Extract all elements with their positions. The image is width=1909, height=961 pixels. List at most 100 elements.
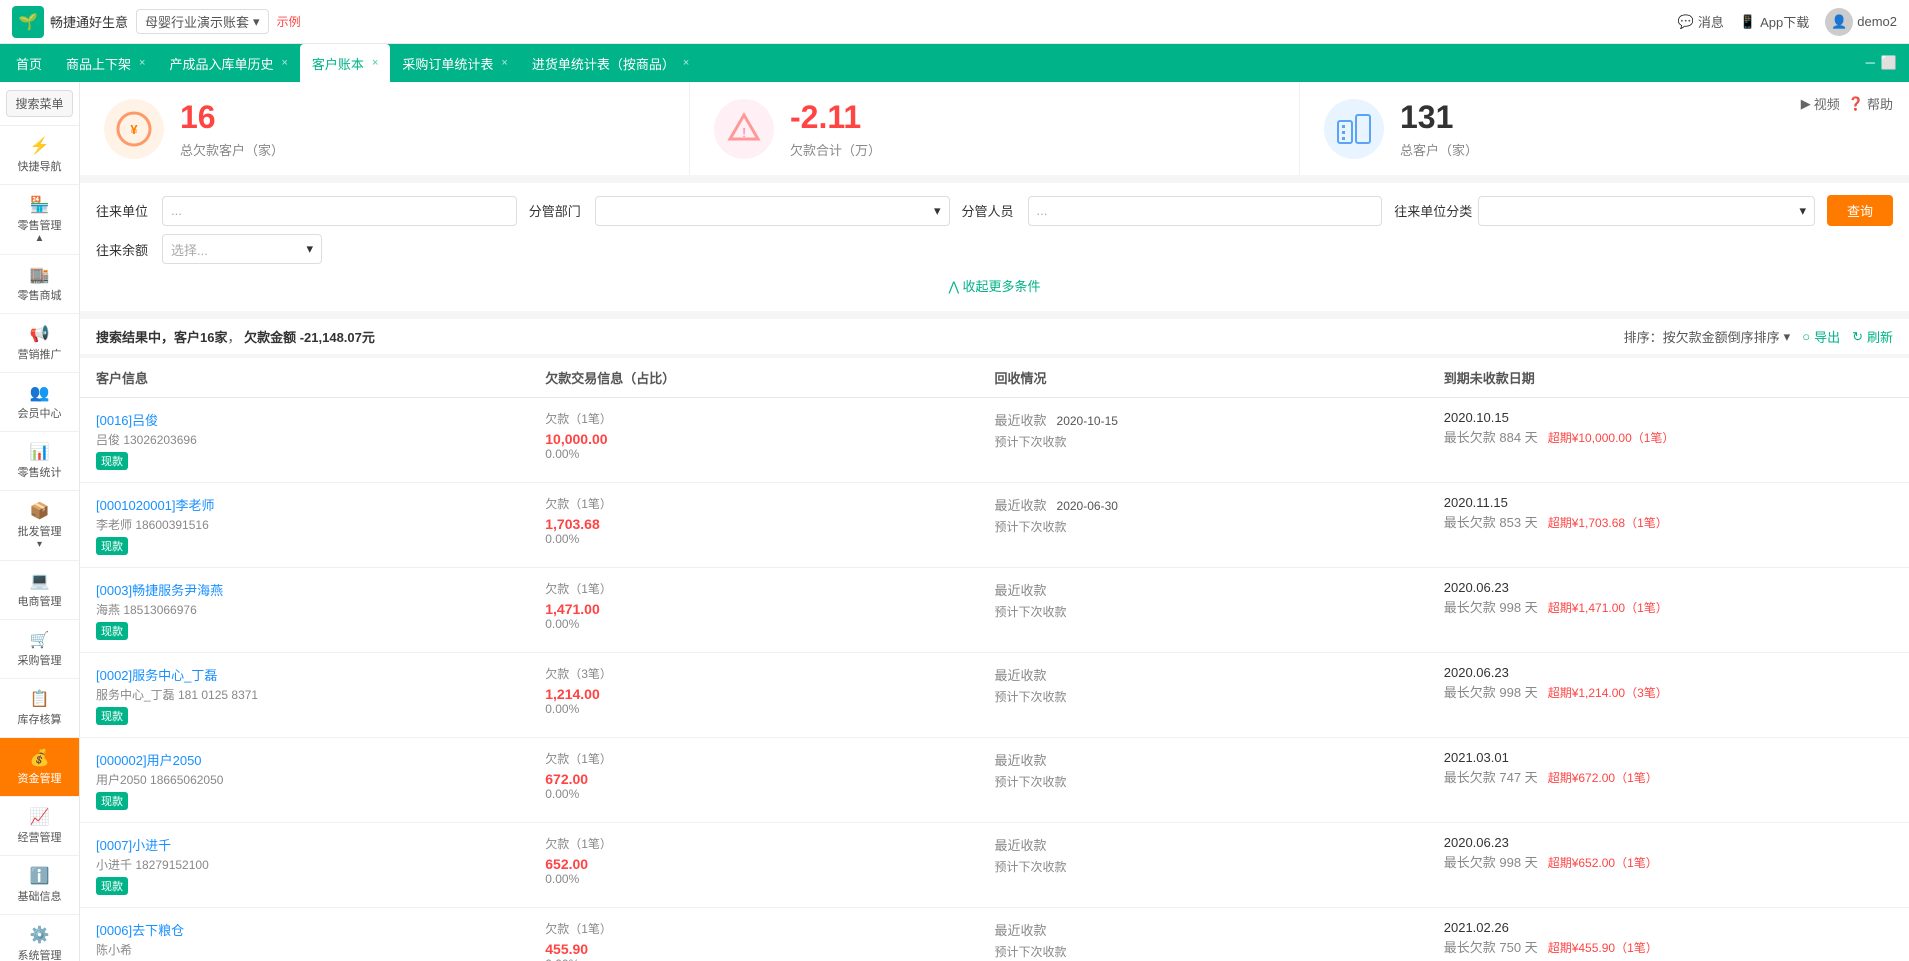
debt-pct: 0.00% xyxy=(545,957,994,961)
customer-name[interactable]: [0003]畅捷服务尹海燕 xyxy=(96,580,545,599)
tab-purchase-product-stats[interactable]: 进货单统计表（按商品） × xyxy=(520,44,701,82)
refresh-btn[interactable]: ↻ 刷新 xyxy=(1852,327,1893,346)
customer-phone: 吕俊 13026203696 xyxy=(96,431,545,448)
member-icon: 👥 xyxy=(4,383,75,403)
sidebar-item-member[interactable]: 👥 会员中心 xyxy=(0,373,79,432)
collapse-row[interactable]: ⋀ 收起更多条件 xyxy=(96,272,1893,299)
results-actions: 排序：按欠款金额倒序排序 ▾ ○ 导出 ↻ 刷新 xyxy=(1624,327,1893,346)
app-download-btn[interactable]: 📱 App下载 xyxy=(1740,12,1809,31)
search-menu-btn[interactable]: 搜索菜单 xyxy=(6,90,73,117)
message-btn[interactable]: 💬 消息 xyxy=(1678,12,1724,31)
overdue-amount[interactable]: 超期¥1,214.00（3笔） xyxy=(1548,686,1668,700)
sidebar-item-basic-info[interactable]: ℹ️ 基础信息 xyxy=(0,856,79,915)
sidebar-item-retail-mall[interactable]: 🏬 零售商城 xyxy=(0,255,79,314)
user-avatar-btn[interactable]: 👤 demo2 xyxy=(1825,8,1897,36)
person-input[interactable]: ... xyxy=(1028,196,1383,226)
next-label: 预计下次收款 xyxy=(995,688,1444,705)
unit-class-select[interactable]: ▾ xyxy=(1478,196,1815,226)
dept-label: 分管部门 xyxy=(529,201,589,220)
export-btn[interactable]: ○ 导出 xyxy=(1802,327,1840,346)
minimize-icon[interactable]: ─ xyxy=(1866,55,1875,71)
close-icon[interactable]: × xyxy=(372,57,378,69)
store-selector[interactable]: 母婴行业演示账套 ▾ xyxy=(136,9,269,34)
demo-tag[interactable]: 示例 xyxy=(277,13,301,30)
sidebar-item-wholesale[interactable]: 📦 批发管理 ▾ xyxy=(0,491,79,561)
overdue-amount[interactable]: 超期¥672.00（1笔） xyxy=(1548,771,1658,785)
message-icon: 💬 xyxy=(1678,14,1694,30)
sidebar-item-marketing[interactable]: 📢 营销推广 xyxy=(0,314,79,373)
debt-amount[interactable]: 455.90 xyxy=(545,941,994,957)
balance-select[interactable]: 选择... ▾ xyxy=(162,234,322,264)
chevron-down-icon: ▾ xyxy=(934,203,941,219)
overdue-days: 最长欠款 884 天 超期¥10,000.00（1笔） xyxy=(1444,427,1893,446)
sidebar-item-quick-nav[interactable]: ⚡ 快捷导航 xyxy=(0,126,79,185)
recovery-cell-5: 最近收款 预计下次收款 xyxy=(995,835,1444,875)
customer-name[interactable]: [0001020001]李老师 xyxy=(96,495,545,514)
quick-nav-label: 快捷导航 xyxy=(4,158,75,174)
debt-amount[interactable]: 672.00 xyxy=(545,771,994,787)
sidebar-item-system[interactable]: ⚙️ 系统管理 xyxy=(0,915,79,961)
video-btn[interactable]: ▶ 视频 xyxy=(1801,94,1840,113)
balance-placeholder: 选择... xyxy=(171,240,208,259)
customer-cell-1: [0001020001]李老师 李老师 18600391516 现款 xyxy=(96,495,545,555)
sort-dropdown[interactable]: 排序：按欠款金额倒序排序 ▾ xyxy=(1624,327,1791,346)
total-customers-num: 131 xyxy=(1400,98,1478,136)
close-icon[interactable]: × xyxy=(139,57,145,69)
close-icon[interactable]: × xyxy=(501,57,507,69)
due-date: 2021.03.01 xyxy=(1444,750,1893,765)
total-customers-icon xyxy=(1324,99,1384,159)
customer-tag: 现款 xyxy=(96,452,128,470)
close-icon[interactable]: × xyxy=(683,57,689,69)
customer-name[interactable]: [000002]用户2050 xyxy=(96,750,545,769)
overdue-amount[interactable]: 超期¥1,703.68（1笔） xyxy=(1548,516,1668,530)
sidebar-item-label: 零售统计 xyxy=(4,464,75,480)
dept-select[interactable]: ▾ xyxy=(595,196,950,226)
debt-cell-0: 欠款（1笔） 10,000.00 0.00% xyxy=(545,410,994,461)
customer-tag: 现款 xyxy=(96,792,128,810)
tab-home[interactable]: 首页 xyxy=(4,44,54,82)
customer-phone: 用户2050 18665062050 xyxy=(96,771,545,788)
sidebar-item-retail-stats[interactable]: 📊 零售统计 xyxy=(0,432,79,491)
customer-name[interactable]: [0016]吕俊 xyxy=(96,410,545,429)
debt-cell-4: 欠款（1笔） 672.00 0.00% xyxy=(545,750,994,801)
from-unit-input[interactable]: ... xyxy=(162,196,517,226)
filter-from-unit: 往来单位 ... xyxy=(96,196,517,226)
tab-customer-account[interactable]: 客户账本 × xyxy=(300,44,390,82)
close-icon[interactable]: × xyxy=(281,57,287,69)
customer-name[interactable]: [0006]去下粮仓 xyxy=(96,920,545,939)
total-customers-label: 总客户（家） xyxy=(1400,140,1478,159)
debt-amount[interactable]: 1,471.00 xyxy=(545,601,994,617)
overdue-amount[interactable]: 超期¥652.00（1笔） xyxy=(1548,856,1658,870)
maximize-icon[interactable]: ⬜ xyxy=(1881,55,1897,71)
sidebar-item-purchase[interactable]: 🛒 采购管理 xyxy=(0,620,79,679)
sidebar-item-retail-mgmt[interactable]: 🏪 零售管理 ▲ xyxy=(0,185,79,255)
sidebar-item-finance[interactable]: 💰 资金管理 xyxy=(0,738,79,797)
debt-amount[interactable]: 1,214.00 xyxy=(545,686,994,702)
debt-note: 欠款（3笔） xyxy=(545,665,994,682)
export-icon: ○ xyxy=(1802,329,1810,344)
due-date-cell-5: 2020.06.23 最长欠款 998 天 超期¥652.00（1笔） xyxy=(1444,835,1893,871)
customer-name[interactable]: [0002]服务中心_丁磊 xyxy=(96,665,545,684)
sidebar: 搜索菜单 ⚡ 快捷导航 🏪 零售管理 ▲ 🏬 零售商城 📢 营销推广 👥 会员中… xyxy=(0,82,80,961)
debt-amount[interactable]: 652.00 xyxy=(545,856,994,872)
sidebar-item-operations[interactable]: 📈 经营管理 xyxy=(0,797,79,856)
overdue-amount[interactable]: 超期¥455.90（1笔） xyxy=(1548,941,1658,955)
sidebar-item-ecommerce[interactable]: 💻 电商管理 xyxy=(0,561,79,620)
sidebar-item-inventory[interactable]: 📋 库存核算 xyxy=(0,679,79,738)
customer-name[interactable]: [0007]小进千 xyxy=(96,835,545,854)
search-button[interactable]: 查询 xyxy=(1827,195,1893,226)
retail-stats-icon: 📊 xyxy=(4,442,75,462)
debt-amount[interactable]: 1,703.68 xyxy=(545,516,994,532)
sidebar-item-label: 批发管理 xyxy=(4,523,75,539)
overdue-amount[interactable]: 超期¥10,000.00（1笔） xyxy=(1548,431,1675,445)
from-unit-dots: ... xyxy=(171,203,182,218)
next-label: 预计下次收款 xyxy=(995,518,1444,535)
help-btn[interactable]: ❓ 帮助 xyxy=(1848,94,1893,113)
tab-purchase-stats[interactable]: 采购订单统计表 × xyxy=(390,44,519,82)
due-date: 2020.06.23 xyxy=(1444,835,1893,850)
topbar-right: 💬 消息 📱 App下载 👤 demo2 xyxy=(1678,8,1897,36)
tab-production-history[interactable]: 产成品入库单历史 × xyxy=(157,44,299,82)
debt-amount[interactable]: 10,000.00 xyxy=(545,431,994,447)
tab-product-listing[interactable]: 商品上下架 × xyxy=(54,44,157,82)
overdue-amount[interactable]: 超期¥1,471.00（1笔） xyxy=(1548,601,1668,615)
